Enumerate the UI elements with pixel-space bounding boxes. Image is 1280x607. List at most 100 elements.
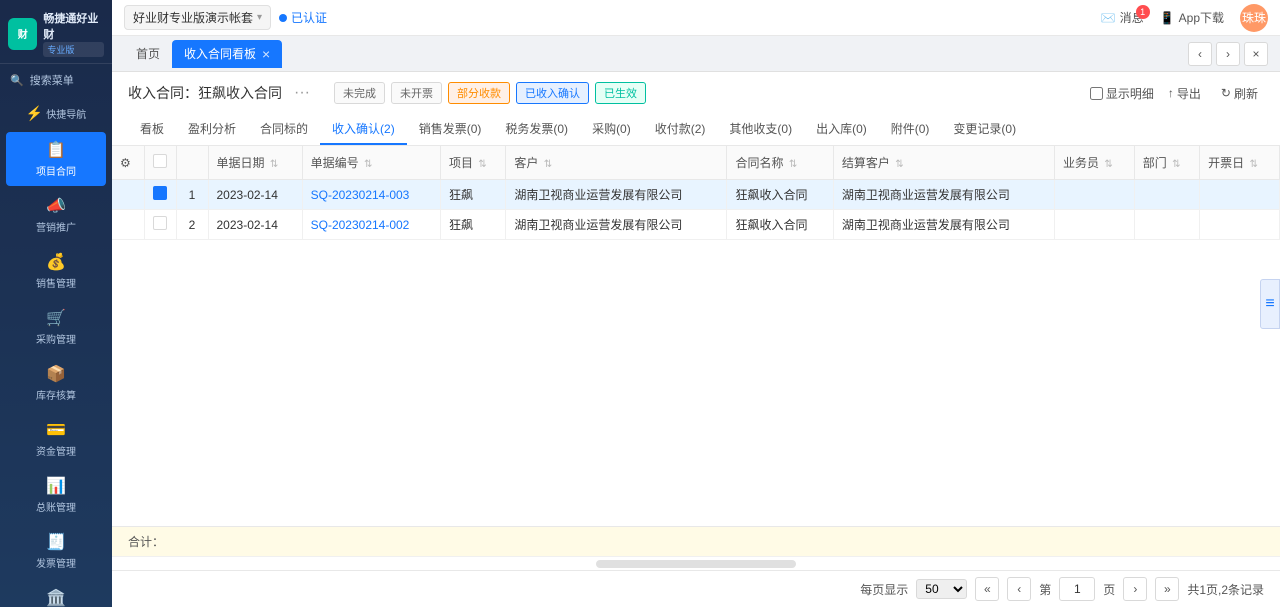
row1-department [1134, 180, 1199, 210]
company-selector[interactable]: 好业财专业版演示帐套 ▾ [124, 5, 271, 30]
row2-checkbox[interactable] [153, 216, 167, 230]
th-open-date[interactable]: 开票日 ⇅ [1200, 146, 1280, 180]
sidebar-item-inventory[interactable]: 📦 库存核算 [6, 356, 106, 410]
tab-standard[interactable]: 合同标的 [248, 114, 320, 145]
row2-code-link[interactable]: SQ-20230214-002 [311, 218, 410, 232]
row1-code[interactable]: SQ-20230214-003 [302, 180, 440, 210]
tab-nav-next[interactable]: › [1216, 42, 1240, 66]
th-settings[interactable]: ⚙ [112, 146, 144, 180]
prev-page-btn[interactable]: ‹ [1007, 577, 1031, 601]
sidebar-item-project[interactable]: 📋 项目合同 [6, 132, 106, 186]
status-incomplete[interactable]: 未完成 [334, 82, 385, 104]
sidebar-item-general[interactable]: 📊 总账管理 [6, 468, 106, 522]
th-check[interactable] [144, 146, 176, 180]
tab-profit[interactable]: 盈利分析 [176, 114, 248, 145]
tab-board[interactable]: 看板 [128, 114, 176, 145]
tab-changes[interactable]: 变更记录(0) [941, 114, 1028, 145]
tab-purchase[interactable]: 采购(0) [580, 114, 643, 145]
sidebar-item-tax[interactable]: 🏛️ 税务管理 [6, 580, 106, 607]
fund-icon: 💳 [46, 420, 66, 440]
purchase-icon: 🛒 [46, 308, 66, 328]
per-page-select[interactable]: 20 50 100 200 [916, 579, 967, 599]
sidebar-item-sales[interactable]: 💰 销售管理 [6, 244, 106, 298]
total-label: 合计： [128, 533, 164, 550]
th-contract-name[interactable]: 合同名称 ⇅ [727, 146, 833, 180]
message-btn[interactable]: ✉️ 消息 1 [1101, 9, 1144, 26]
tab-other[interactable]: 其他收支(0) [717, 114, 804, 145]
status-not-invoiced[interactable]: 未开票 [391, 82, 442, 104]
th-department[interactable]: 部门 ⇅ [1134, 146, 1199, 180]
right-side-panel: ≡ [1260, 279, 1280, 329]
sort-sales-icon: ⇅ [1104, 159, 1112, 170]
contract-tab[interactable]: 收入合同看板 × [172, 40, 282, 68]
more-btn[interactable]: ··· [294, 84, 310, 102]
table-row[interactable]: 2 2023-02-14 SQ-20230214-002 狂飙 湖南卫视商业运营… [112, 210, 1280, 240]
th-code[interactable]: 单据编号 ⇅ [302, 146, 440, 180]
status-effective[interactable]: 已生效 [595, 82, 646, 104]
status-confirmed[interactable]: 已收入确认 [516, 82, 589, 104]
tab-inout[interactable]: 出入库(0) [804, 114, 879, 145]
tab-close-btn[interactable]: × [262, 46, 270, 62]
last-page-btn[interactable]: » [1155, 577, 1179, 601]
quick-nav-label: 快捷导航 [46, 106, 86, 121]
row1-salesperson [1054, 180, 1134, 210]
row2-code[interactable]: SQ-20230214-002 [302, 210, 440, 240]
page-suffix: 页 [1103, 581, 1115, 598]
export-icon: ↑ [1168, 86, 1174, 100]
tab-tax-invoice[interactable]: 税务发票(0) [493, 114, 580, 145]
tab-nav-prev[interactable]: ‹ [1188, 42, 1212, 66]
table-row[interactable]: 1 2023-02-14 SQ-20230214-003 狂飙 湖南卫视商业运营… [112, 180, 1280, 210]
row2-customer: 湖南卫视商业运营发展有限公司 [506, 210, 727, 240]
user-avatar[interactable]: 珠珠 [1240, 4, 1268, 32]
row2-check[interactable] [144, 210, 176, 240]
tab-payment[interactable]: 收付款(2) [643, 114, 718, 145]
row1-code-link[interactable]: SQ-20230214-003 [311, 188, 410, 202]
sidebar-item-fund[interactable]: 💳 资金管理 [6, 412, 106, 466]
search-menu[interactable]: 🔍 搜索菜单 [0, 64, 112, 96]
th-project[interactable]: 项目 ⇅ [440, 146, 505, 180]
th-result-customer[interactable]: 结算客户 ⇅ [833, 146, 1054, 180]
th-salesperson[interactable]: 业务员 ⇅ [1054, 146, 1134, 180]
page-title-row: 收入合同：狂飙收入合同 ··· 未完成 未开票 部分收款 已收入确认 已生效 显… [128, 82, 1264, 104]
next-page-btn[interactable]: › [1123, 577, 1147, 601]
first-page-btn[interactable]: « [975, 577, 999, 601]
quick-nav[interactable]: ⚡ 快捷导航 [6, 97, 106, 130]
sort-contract-icon: ⇅ [789, 159, 797, 170]
message-badge: 1 [1136, 5, 1150, 19]
sort-result-icon: ⇅ [895, 159, 903, 170]
sidebar-item-purchase[interactable]: 🛒 采购管理 [6, 300, 106, 354]
th-customer[interactable]: 客户 ⇅ [506, 146, 727, 180]
show-detail-checkbox[interactable] [1090, 87, 1103, 100]
tab-attachments[interactable]: 附件(0) [879, 114, 942, 145]
select-all-checkbox[interactable] [153, 154, 167, 168]
row1-checkbox[interactable] [153, 186, 167, 200]
logo-text: 畅捷通好业财 专业版 [43, 10, 104, 57]
data-table: ⚙ 单据日期 ⇅ 单据编号 ⇅ [112, 146, 1280, 240]
status-partial[interactable]: 部分收款 [448, 82, 510, 104]
row1-check[interactable] [144, 180, 176, 210]
app-download-btn[interactable]: 📱 App下载 [1160, 9, 1224, 26]
show-detail-check[interactable]: 显示明细 [1090, 85, 1154, 102]
sort-project-icon: ⇅ [478, 159, 486, 170]
th-date[interactable]: 单据日期 ⇅ [208, 146, 302, 180]
tab-sales-invoice[interactable]: 销售发票(0) [407, 114, 494, 145]
row1-contract: 狂飙收入合同 [727, 180, 833, 210]
horizontal-scrollbar[interactable] [596, 560, 796, 568]
side-action-btn[interactable]: ≡ [1260, 279, 1280, 329]
row2-result-customer: 湖南卫视商业运营发展有限公司 [833, 210, 1054, 240]
tab-nav-close[interactable]: × [1244, 42, 1268, 66]
row2-contract: 狂飙收入合同 [727, 210, 833, 240]
app-logo: 财 畅捷通好业财 专业版 [0, 0, 112, 64]
tab-confirm[interactable]: 收入确认(2) [320, 114, 407, 145]
refresh-btn[interactable]: ↻ 刷新 [1215, 83, 1264, 104]
sidebar-item-marketing[interactable]: 📣 营销推广 [6, 188, 106, 242]
page-input[interactable] [1059, 577, 1095, 601]
home-tab[interactable]: 首页 [124, 45, 172, 62]
sort-date-icon: ⇅ [270, 159, 278, 170]
tabbar: 首页 收入合同看板 × ‹ › × [112, 36, 1280, 72]
export-btn[interactable]: ↑ 导出 [1162, 83, 1207, 104]
sidebar-item-invoice[interactable]: 🧾 发票管理 [6, 524, 106, 578]
main-area: 好业财专业版演示帐套 ▾ 已认证 ✉️ 消息 1 📱 App下载 珠珠 首页 [112, 0, 1280, 607]
th-no [176, 146, 208, 180]
download-icon: 📱 [1160, 11, 1175, 25]
